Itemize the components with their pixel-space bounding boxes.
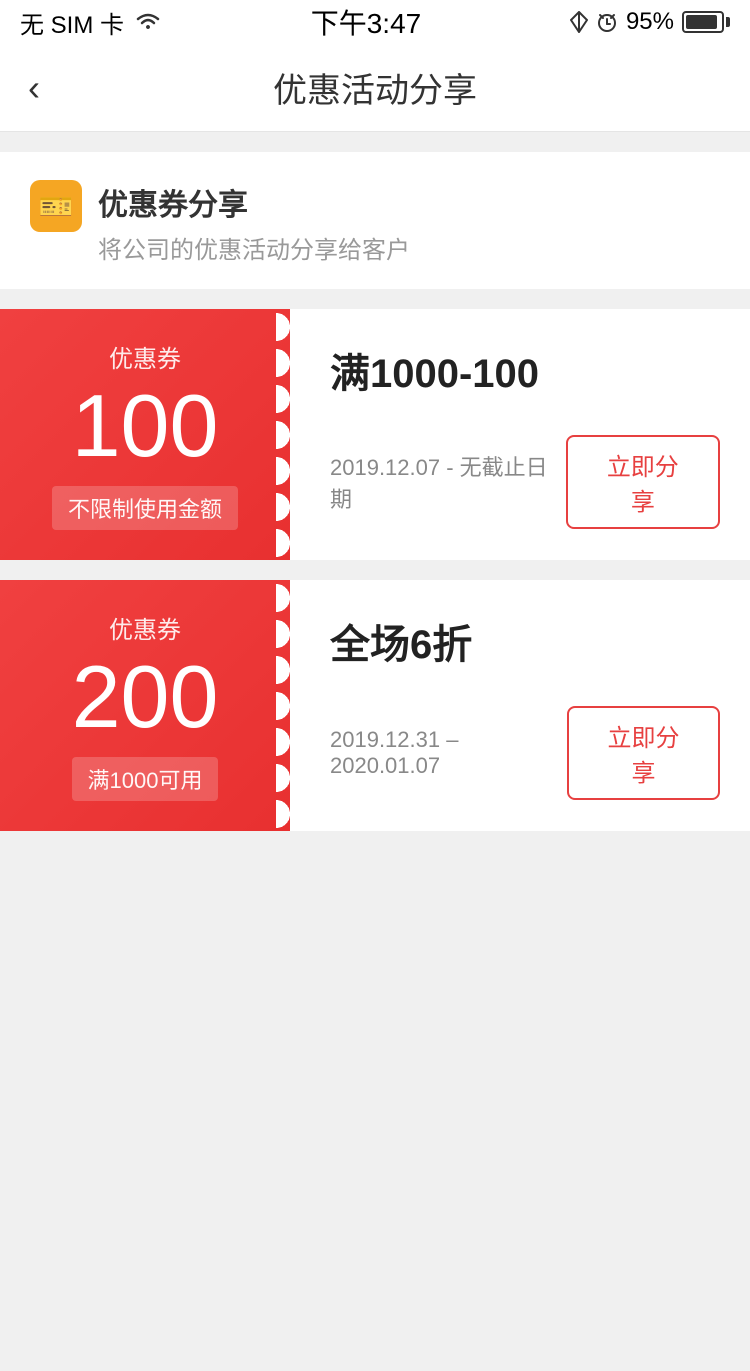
section-text: 优惠券分享 将公司的优惠活动分享给客户 <box>98 180 410 265</box>
battery-percent: 95% <box>626 8 674 36</box>
coupon-name-2: 全场6折 <box>330 612 720 670</box>
coupon-footer-2: 2019.12.31 – 2020.01.07 立即分享 <box>330 706 720 800</box>
wifi-icon <box>134 11 162 33</box>
share-button-1[interactable]: 立即分享 <box>566 435 720 529</box>
bottom-area <box>0 871 750 1371</box>
status-bar: 无 SIM 卡 下午3:47 95% <box>0 0 750 44</box>
coupon-date-1: 2019.12.07 - 无截止日期 <box>330 450 566 514</box>
section-header: 🎫 优惠券分享 将公司的优惠活动分享给客户 <box>0 152 750 289</box>
nav-bar: ‹ 优惠活动分享 <box>0 44 750 132</box>
back-button[interactable]: ‹ <box>28 67 40 109</box>
coupon-condition-2: 满1000可用 <box>72 757 219 801</box>
coupon-footer-1: 2019.12.07 - 无截止日期 立即分享 <box>330 435 720 529</box>
carrier-label: 无 SIM 卡 <box>20 5 124 40</box>
section-title: 优惠券分享 <box>98 180 410 224</box>
coupon-card-2: 优惠券 200 满1000可用 全场6折 2019.12.31 – 2020.0… <box>0 580 750 831</box>
share-button-2[interactable]: 立即分享 <box>567 706 720 800</box>
coupon-date-2: 2019.12.31 – 2020.01.07 <box>330 727 567 779</box>
status-time: 下午3:47 <box>311 2 422 42</box>
coupon-left-1: 优惠券 100 不限制使用金额 <box>0 309 290 560</box>
coupon-amount-1: 100 <box>72 382 219 470</box>
section-subtitle: 将公司的优惠活动分享给客户 <box>98 230 410 265</box>
status-right: 95% <box>570 8 730 36</box>
location-icon <box>570 11 588 33</box>
coupon-left-2: 优惠券 200 满1000可用 <box>0 580 290 831</box>
coupon-type-1: 优惠券 <box>109 339 181 374</box>
status-left: 无 SIM 卡 <box>20 5 162 40</box>
coupons-container: 优惠券 100 不限制使用金额 满1000-100 2019.12.07 - 无… <box>0 309 750 871</box>
coupon-amount-2: 200 <box>72 653 219 741</box>
coupon-condition-1: 不限制使用金额 <box>52 486 238 530</box>
coupon-card-1: 优惠券 100 不限制使用金额 满1000-100 2019.12.07 - 无… <box>0 309 750 560</box>
battery-icon <box>682 11 730 33</box>
coupon-right-2: 全场6折 2019.12.31 – 2020.01.07 立即分享 <box>290 580 750 831</box>
coupon-name-1: 满1000-100 <box>330 341 720 399</box>
page-title: 优惠活动分享 <box>273 63 477 112</box>
alarm-icon <box>596 11 618 33</box>
coupon-share-icon: 🎫 <box>30 180 82 232</box>
coupon-type-2: 优惠券 <box>109 610 181 645</box>
coupon-right-1: 满1000-100 2019.12.07 - 无截止日期 立即分享 <box>290 309 750 560</box>
